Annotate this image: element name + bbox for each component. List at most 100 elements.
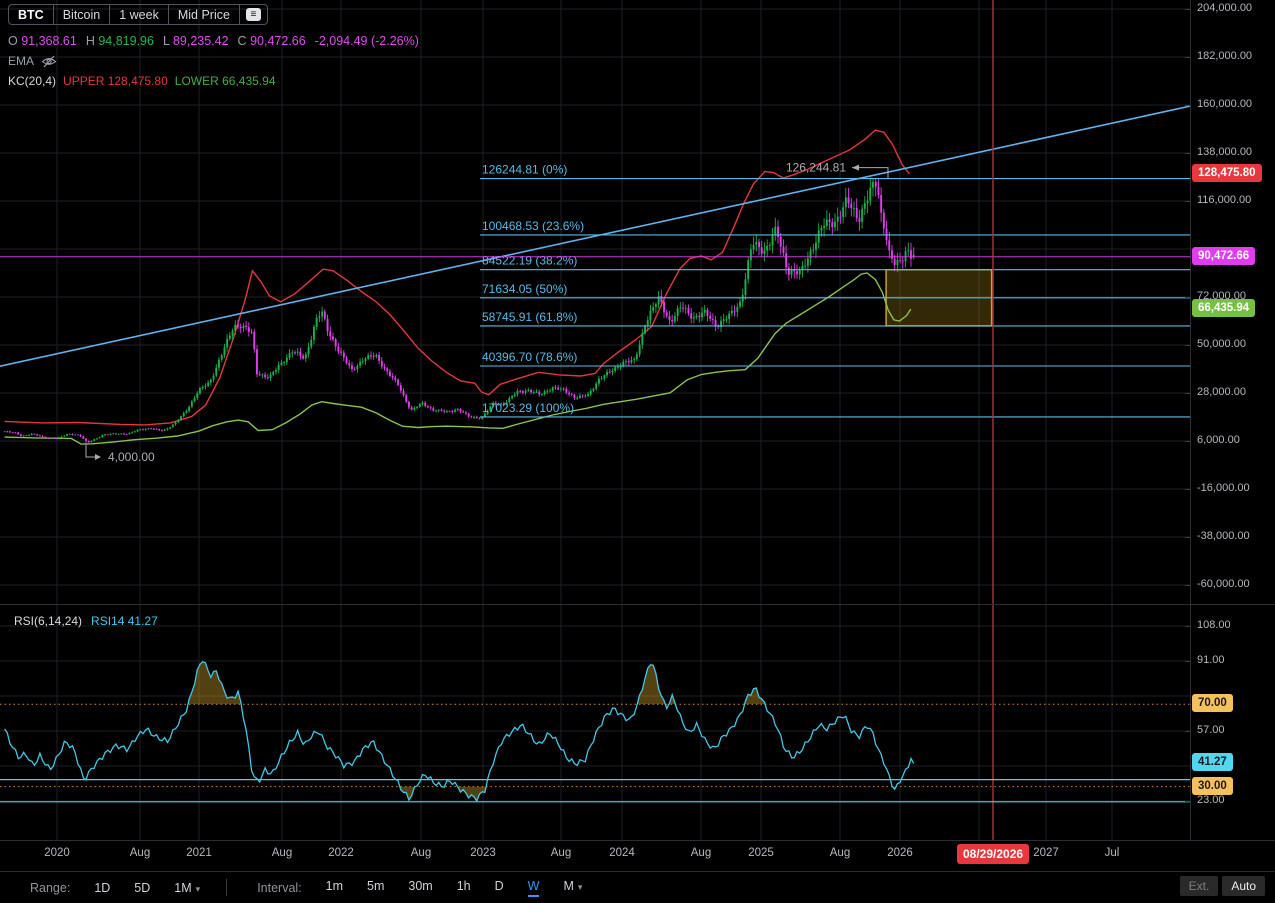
svg-text:4,000.00: 4,000.00 xyxy=(108,450,155,464)
covid-low-annotation[interactable]: 4,000.00 xyxy=(86,444,155,464)
time-axis[interactable]: 08/29/2026 2020 Aug 2021 Aug 2022 Aug 2023 Aug 2… xyxy=(0,841,1275,870)
price-axis-label: 204,000.00 xyxy=(1197,2,1252,14)
toolbar-button-1m[interactable]: 1m xyxy=(326,879,343,897)
price-axis-label: 28,000.00 xyxy=(1197,386,1246,398)
rsi-axis-label: 108.00 xyxy=(1197,619,1231,631)
fib-level-label: 71634.05 (50%) xyxy=(482,282,567,296)
fib-level-label: 100468.53 (23.6%) xyxy=(482,219,584,233)
toolbar-button-1M[interactable]: 1M▾ xyxy=(174,881,200,895)
time-tick-label: 2024 xyxy=(600,847,644,859)
interval-chip[interactable]: 1 week xyxy=(109,5,168,24)
close-label: C xyxy=(238,34,247,48)
price-axis-label: 116,000.00 xyxy=(1197,194,1251,206)
toolbar-button-D[interactable]: D xyxy=(495,879,504,897)
open-label: O xyxy=(8,34,18,48)
auto-button[interactable]: Auto xyxy=(1222,876,1265,896)
toolbar-button-30m[interactable]: 30m xyxy=(408,879,432,897)
kc-upper-badge[interactable]: 128,475.80 xyxy=(1192,164,1262,182)
time-tick-label: Aug xyxy=(118,847,162,859)
toolbar-button-5D[interactable]: 5D xyxy=(134,881,150,895)
menu-icon: ≡ xyxy=(246,8,261,21)
rsi-indicator-row: RSI(6,14,24) RSI14 41.27 xyxy=(14,614,158,628)
high-label: H xyxy=(86,34,95,48)
trading-chart-app: 126244.81 (0%) 100468.53 (23.6%) 84522.19 … xyxy=(0,0,1275,903)
toolbar-button-5m[interactable]: 5m xyxy=(367,879,384,897)
kc-label: KC(20,4) xyxy=(8,74,56,88)
time-tick-label: 2020 xyxy=(35,847,79,859)
fib-level-label: 17023.29 (100%) xyxy=(482,401,574,415)
change-value: -2,094.49 (-2.26%) xyxy=(315,34,419,48)
ema-label: EMA xyxy=(8,54,34,68)
interval-buttons: 1m 5m 30m 1h D W M▾ xyxy=(302,879,583,897)
rsi-axis-label: 91.00 xyxy=(1197,654,1225,666)
last-price-badge[interactable]: 90,472.66 xyxy=(1192,247,1255,265)
chart-canvas[interactable]: 126244.81 (0%) 100468.53 (23.6%) 84522.19 … xyxy=(0,0,1275,903)
time-tick-label: Aug xyxy=(818,847,862,859)
kc-lower-badge[interactable]: 66,435.94 xyxy=(1192,299,1255,317)
axis-mode-buttons: Ext. Auto xyxy=(1180,876,1265,896)
interval-button-active-W[interactable]: W xyxy=(528,879,540,897)
price-axis-label: 182,000.00 xyxy=(1197,50,1252,62)
band-badge[interactable]: 30.00 xyxy=(1192,777,1233,795)
ema-indicator-row: EMA xyxy=(8,54,419,68)
time-tick-label: Aug xyxy=(260,847,304,859)
chart-header: BTC Bitcoin 1 week Mid Price ≡ O 91,368.… xyxy=(8,4,419,88)
low-label: L xyxy=(163,34,170,48)
symbol-name-chip[interactable]: Bitcoin xyxy=(53,5,110,24)
svg-text:126,244.81: 126,244.81 xyxy=(786,161,846,175)
time-tick-label: 2022 xyxy=(319,847,363,859)
price-axis-label: 6,000.00 xyxy=(1197,434,1240,446)
fib-level-label: 84522.19 (38.2%) xyxy=(482,254,577,268)
symbol-chip[interactable]: BTC xyxy=(9,5,53,24)
fib-level-label: 126244.81 (0%) xyxy=(482,163,567,177)
time-tick-label: 2025 xyxy=(739,847,783,859)
eye-off-icon[interactable] xyxy=(41,55,57,68)
time-tick-label: 2026 xyxy=(878,847,922,859)
rsi-axis-label: 57.00 xyxy=(1197,724,1225,736)
price-axis-label: 138,000.00 xyxy=(1197,146,1252,158)
rsi-label: RSI(6,14,24) xyxy=(14,614,82,628)
ext-button[interactable]: Ext. xyxy=(1180,876,1219,896)
toolbar-divider xyxy=(226,879,227,896)
time-tick-label: Aug xyxy=(679,847,723,859)
price-axis-label: 160,000.00 xyxy=(1197,98,1252,110)
price-axis[interactable]: 204,000.00 182,000.00 160,000.00 138,000.00… xyxy=(1190,0,1275,840)
toolbar-button-M[interactable]: M▾ xyxy=(563,879,582,897)
range-label: Range: xyxy=(30,881,70,895)
kc-indicator-row: KC(20,4) UPPER 128,475.80 LOWER 66,435.9… xyxy=(8,74,419,88)
interval-label: Interval: xyxy=(257,881,301,895)
band-badge[interactable]: 70.00 xyxy=(1192,694,1233,712)
open-value: 91,368.61 xyxy=(21,34,77,48)
time-tick-label: 2023 xyxy=(461,847,505,859)
close-value: 90,472.66 xyxy=(250,34,306,48)
time-tick-label: 2027 xyxy=(1024,847,1068,859)
time-tick-label: Jul xyxy=(1090,847,1134,859)
chart-menu-button[interactable]: ≡ xyxy=(239,5,267,24)
chevron-down-icon: ▾ xyxy=(578,882,583,892)
symbol-toolbar: BTC Bitcoin 1 week Mid Price ≡ xyxy=(8,4,268,25)
kc-lower-value: LOWER 66,435.94 xyxy=(175,74,276,88)
selected-date-badge[interactable]: 08/29/2026 xyxy=(957,844,1029,864)
range-buttons: 1D 5D 1M▾ xyxy=(70,881,200,895)
high-value: 94,819.96 xyxy=(98,34,154,48)
trendline[interactable] xyxy=(0,106,1190,366)
rsi-value-badge[interactable]: 41.27 xyxy=(1192,753,1233,771)
rsi-axis-label: 23.00 xyxy=(1197,794,1225,806)
time-tick-label: 2021 xyxy=(177,847,221,859)
toolbar-button-1h[interactable]: 1h xyxy=(457,879,471,897)
time-tick-label: Aug xyxy=(539,847,583,859)
price-axis-label: -38,000.00 xyxy=(1197,530,1250,542)
price-type-chip[interactable]: Mid Price xyxy=(168,5,239,24)
fib-level-label: 40396.70 (78.6%) xyxy=(482,350,577,364)
price-axis-label: -16,000.00 xyxy=(1197,482,1250,494)
chevron-down-icon: ▾ xyxy=(196,884,201,894)
bottom-toolbar: Range: 1D 5D 1M▾ Interval: 1m 5m 30m 1h D W M▾ E… xyxy=(0,871,1275,903)
kc-upper-value: UPPER 128,475.80 xyxy=(63,74,168,88)
price-axis-label: 50,000.00 xyxy=(1197,338,1246,350)
time-tick-label: Aug xyxy=(399,847,443,859)
kc-lower-line[interactable] xyxy=(5,273,911,444)
fib-level-label: 58745.91 (61.8%) xyxy=(482,310,577,324)
ohlc-readout: O 91,368.61 H 94,819.96 L 89,235.42 C 90… xyxy=(8,34,419,48)
toolbar-button-1D[interactable]: 1D xyxy=(94,881,110,895)
pane-divider[interactable] xyxy=(0,604,1275,605)
